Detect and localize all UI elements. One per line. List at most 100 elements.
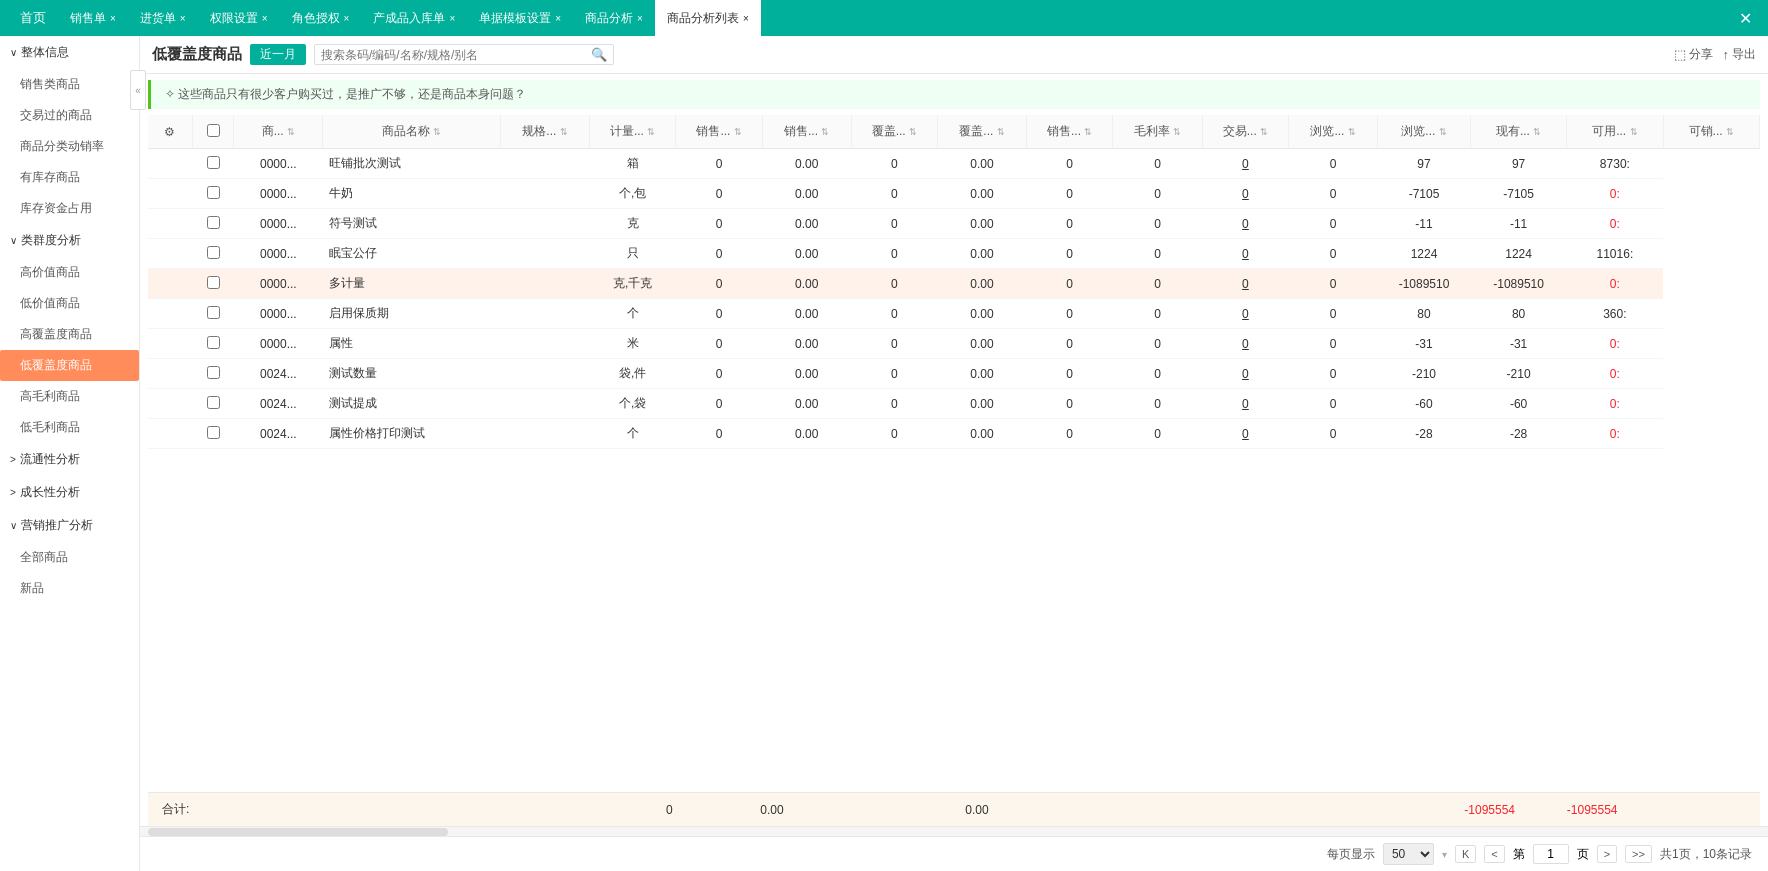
col-sales3[interactable]: 销售... ⇅ [1026,115,1112,149]
row-checkbox[interactable] [207,216,220,229]
nav-analysis-list[interactable]: 商品分析列表 × [655,0,761,36]
nav-product-warehouse[interactable]: 产成品入库单 × [361,0,467,36]
sidebar-item-high-coverage[interactable]: 高覆盖度商品 [0,319,139,350]
sidebar-item-high-profit[interactable]: 高毛利商品 [0,381,139,412]
sidebar-item-low-value[interactable]: 低价值商品 [0,288,139,319]
sidebar-item-traded-goods[interactable]: 交易过的商品 [0,100,139,131]
transaction-link[interactable]: 0 [1242,247,1249,261]
col-sales1[interactable]: 销售... ⇅ [676,115,762,149]
per-page-select[interactable]: 50 100 [1383,843,1434,865]
transaction-link[interactable]: 0 [1242,217,1249,231]
nav-permission-close[interactable]: × [262,13,268,24]
row-checkbox[interactable] [207,276,220,289]
row-checkbox[interactable] [207,336,220,349]
col-available-stock[interactable]: 可用... ⇅ [1567,115,1663,149]
select-all-checkbox[interactable] [207,124,220,137]
col-sales2[interactable]: 销售... ⇅ [762,115,851,149]
row-checkbox[interactable] [207,186,220,199]
nav-sales-close[interactable]: × [110,13,116,24]
row-checkbox[interactable] [207,246,220,259]
nav-analysis-close[interactable]: × [637,13,643,24]
pagination-prev-button[interactable]: < [1484,845,1504,863]
row-checkbox-cell[interactable] [192,389,233,419]
nav-role[interactable]: 角色授权 × [280,0,362,36]
transaction-link[interactable]: 0 [1242,277,1249,291]
nav-analysis-list-close[interactable]: × [743,13,749,24]
horizontal-scrollbar[interactable] [148,828,448,836]
sidebar-item-low-coverage[interactable]: 低覆盖度商品 [0,350,139,381]
pagination-page-input[interactable] [1533,844,1569,864]
col-gear[interactable]: ⚙ [148,115,192,149]
col-sellable[interactable]: 可销... ⇅ [1663,115,1759,149]
row-profit-rate: 0 [1113,149,1202,179]
row-checkbox[interactable] [207,396,220,409]
share-button[interactable]: ⬚ 分享 [1674,46,1713,63]
row-checkbox[interactable] [207,306,220,319]
sidebar-item-capital[interactable]: 库存资金占用 [0,193,139,224]
col-browse2[interactable]: 浏览... ⇅ [1378,115,1471,149]
col-unit[interactable]: 计量... ⇅ [589,115,675,149]
transaction-link[interactable]: 0 [1242,337,1249,351]
window-close-button[interactable]: ✕ [1731,9,1760,28]
nav-permission[interactable]: 权限设置 × [198,0,280,36]
sidebar-section-cluster[interactable]: ∨ 类群度分析 [0,224,139,257]
col-coverage2[interactable]: 覆盖... ⇅ [938,115,1027,149]
nav-role-close[interactable]: × [344,13,350,24]
col-browse1[interactable]: 浏览... ⇅ [1289,115,1378,149]
sidebar-item-new-goods[interactable]: 新品 [0,573,139,604]
sidebar-item-low-profit[interactable]: 低毛利商品 [0,412,139,443]
filter-recent-month-button[interactable]: 近一月 [250,44,306,65]
col-current-stock[interactable]: 现有... ⇅ [1470,115,1566,149]
sidebar-section-circulation[interactable]: > 流通性分析 [0,443,139,476]
col-coverage1[interactable]: 覆盖... ⇅ [851,115,937,149]
col-transaction[interactable]: 交易... ⇅ [1202,115,1288,149]
export-button[interactable]: ↑ 导出 [1723,46,1757,63]
nav-purchase[interactable]: 进货单 × [128,0,198,36]
col-checkbox[interactable] [192,115,233,149]
transaction-link[interactable]: 0 [1242,367,1249,381]
nav-template[interactable]: 单据模板设置 × [467,0,573,36]
col-name[interactable]: 商品名称 ⇅ [323,115,501,149]
pagination-next-button[interactable]: > [1597,845,1617,863]
row-checkbox[interactable] [207,366,220,379]
row-checkbox-cell[interactable] [192,149,233,179]
row-checkbox-cell[interactable] [192,299,233,329]
sidebar-item-category-rate[interactable]: 商品分类动销率 [0,131,139,162]
nav-purchase-close[interactable]: × [180,13,186,24]
sidebar-item-stock-goods[interactable]: 有库存商品 [0,162,139,193]
row-checkbox-cell[interactable] [192,179,233,209]
pagination-last-button[interactable]: >> [1625,845,1652,863]
col-profit-rate[interactable]: 毛利率 ⇅ [1113,115,1202,149]
col-spec[interactable]: 规格... ⇅ [501,115,590,149]
row-checkbox[interactable] [207,426,220,439]
row-checkbox[interactable] [207,156,220,169]
nav-template-close[interactable]: × [555,13,561,24]
horizontal-scroll-area[interactable] [140,826,1768,836]
transaction-link[interactable]: 0 [1242,307,1249,321]
sidebar-item-high-value[interactable]: 高价值商品 [0,257,139,288]
row-checkbox-cell[interactable] [192,419,233,449]
col-code[interactable]: 商... ⇅ [234,115,323,149]
sidebar-section-marketing[interactable]: ∨ 营销推广分析 [0,509,139,542]
transaction-link[interactable]: 0 [1242,427,1249,441]
nav-analysis[interactable]: 商品分析 × [573,0,655,36]
transaction-link[interactable]: 0 [1242,187,1249,201]
nav-sales[interactable]: 销售单 × [58,0,128,36]
row-checkbox-cell[interactable] [192,359,233,389]
pagination-first-button[interactable]: K [1455,845,1476,863]
sidebar-section-growth[interactable]: > 成长性分析 [0,476,139,509]
sidebar-item-sales-goods[interactable]: 销售类商品 [0,69,139,100]
sidebar-section-overall[interactable]: ∨ 整体信息 [0,36,139,69]
row-checkbox-cell[interactable] [192,209,233,239]
row-checkbox-cell[interactable] [192,329,233,359]
sidebar-collapse-button[interactable]: « [130,70,146,110]
row-profit-rate: 0 [1113,269,1202,299]
nav-product-warehouse-close[interactable]: × [449,13,455,24]
row-checkbox-cell[interactable] [192,269,233,299]
search-input[interactable] [321,48,591,62]
transaction-link[interactable]: 0 [1242,397,1249,411]
transaction-link[interactable]: 0 [1242,157,1249,171]
sidebar-item-all-goods[interactable]: 全部商品 [0,542,139,573]
nav-home[interactable]: 首页 [8,0,58,36]
row-checkbox-cell[interactable] [192,239,233,269]
